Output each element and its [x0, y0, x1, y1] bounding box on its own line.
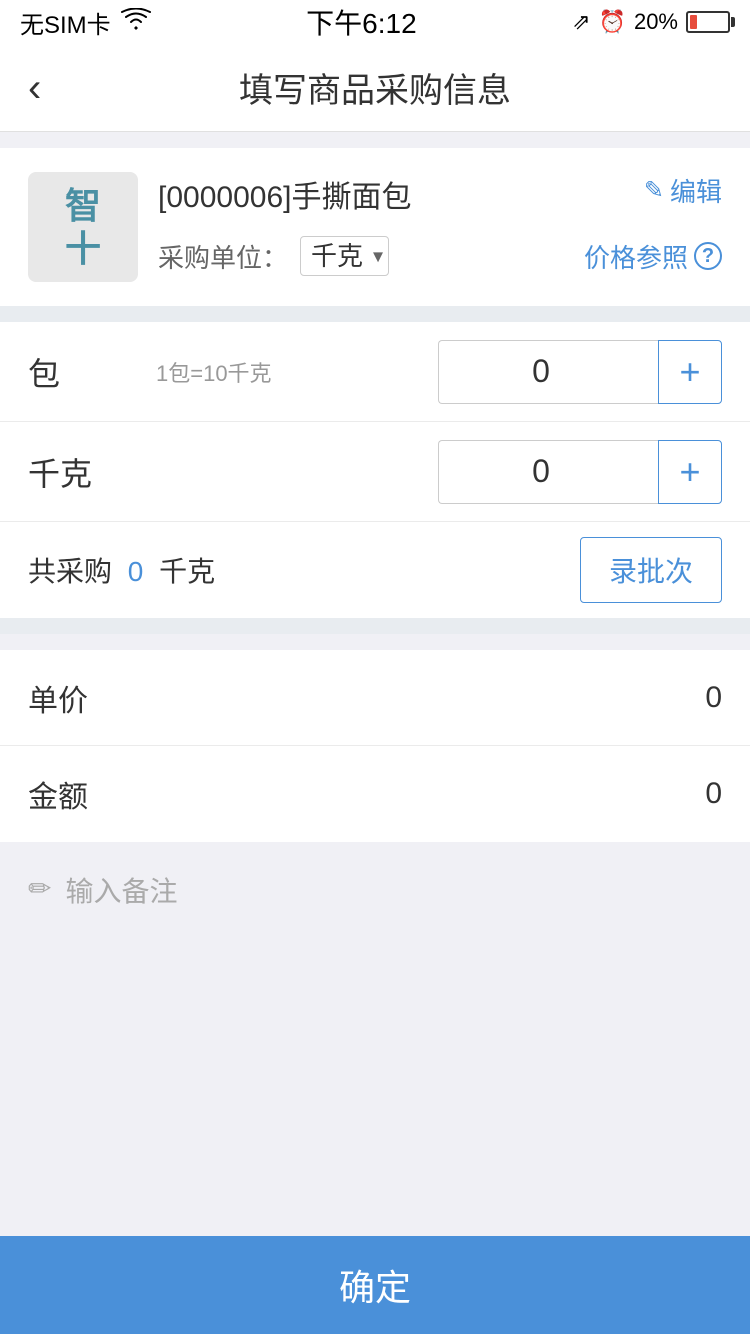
divider-1: [0, 306, 750, 322]
unit-label: 采购单位：: [158, 238, 288, 275]
summary-prefix: 共采购: [28, 556, 112, 587]
battery-icon: [686, 11, 730, 33]
notes-placeholder: 输入备注: [65, 870, 177, 910]
wifi-icon: [121, 8, 151, 37]
edit-label: 编辑: [670, 172, 722, 209]
status-left: 无SIM卡: [20, 5, 151, 40]
confirm-label: 确定: [339, 1259, 411, 1311]
quantity-sublabel-bao: 1包=10千克: [156, 356, 272, 388]
unit-select-wrapper[interactable]: 千克 包: [300, 236, 389, 276]
price-ref-label: 价格参照: [584, 238, 688, 275]
bottom-padding: [0, 942, 750, 1040]
location-icon: ⇗: [572, 9, 590, 35]
product-section: 智 十 [0000006]手撕面包 ✎ 编辑 采购单位： 千克 包: [0, 148, 750, 306]
quantity-row-bao: 包 1包=10千克 +: [0, 322, 750, 422]
quantity-label-kg: 千克: [28, 449, 148, 495]
amount-value: 0: [705, 777, 722, 811]
unit-select[interactable]: 千克 包: [300, 236, 389, 276]
price-section: 单价 0 金额 0: [0, 650, 750, 842]
alarm-icon: ⏰: [599, 9, 626, 35]
quantity-input-area-kg: +: [438, 440, 722, 504]
nav-bar: ‹ 填写商品采购信息: [0, 44, 750, 132]
carrier-label: 无SIM卡: [20, 5, 111, 40]
confirm-button[interactable]: 确定: [0, 1236, 750, 1334]
page-title: 填写商品采购信息: [239, 63, 511, 112]
product-info: [0000006]手撕面包 ✎ 编辑 采购单位： 千克 包 价格参照 ?: [158, 172, 722, 276]
price-row-amount: 金额 0: [0, 746, 750, 842]
product-name-row: [0000006]手撕面包 ✎ 编辑: [158, 172, 722, 216]
quantity-plus-bao[interactable]: +: [658, 340, 722, 404]
quantity-input-bao[interactable]: [438, 340, 658, 404]
battery-percent: 20%: [634, 9, 678, 35]
unit-price-label: 单价: [28, 676, 88, 720]
price-ref-icon: ?: [694, 242, 722, 270]
unit-selector-area: 采购单位： 千克 包: [158, 236, 389, 276]
quantity-row-kg: 千克 +: [0, 422, 750, 522]
back-button[interactable]: ‹: [28, 68, 41, 108]
summary-unit: 千克: [159, 556, 215, 587]
quantity-plus-kg[interactable]: +: [658, 440, 722, 504]
price-ref-button[interactable]: 价格参照 ?: [584, 238, 722, 275]
unit-price-value: 0: [705, 681, 722, 715]
status-time: 下午6:12: [306, 2, 417, 42]
quantity-input-kg[interactable]: [438, 440, 658, 504]
edit-button[interactable]: ✎ 编辑: [644, 172, 722, 209]
batch-button[interactable]: 录批次: [580, 537, 722, 603]
status-right: ⇗ ⏰ 20%: [572, 9, 730, 35]
edit-icon: ✎: [644, 176, 664, 205]
summary-amount: 0: [128, 556, 144, 587]
purchase-unit-row: 采购单位： 千克 包 价格参照 ?: [158, 236, 722, 276]
notes-icon: ✏: [28, 872, 51, 905]
amount-label: 金额: [28, 772, 88, 816]
divider-2: [0, 618, 750, 634]
quantity-section: 包 1包=10千克 + 千克 +: [0, 322, 750, 522]
quantity-label-bao: 包: [28, 349, 148, 395]
quantity-input-area-bao: +: [438, 340, 722, 404]
notes-section[interactable]: ✏ 输入备注: [0, 842, 750, 942]
status-bar: 无SIM卡 下午6:12 ⇗ ⏰ 20%: [0, 0, 750, 44]
price-row-unit: 单价 0: [0, 650, 750, 746]
product-image: 智 十: [28, 172, 138, 282]
product-name: [0000006]手撕面包: [158, 172, 411, 216]
summary-row: 共采购 0 千克 录批次: [0, 522, 750, 618]
summary-text: 共采购 0 千克: [28, 550, 215, 590]
product-logo: 智 十: [65, 184, 101, 270]
